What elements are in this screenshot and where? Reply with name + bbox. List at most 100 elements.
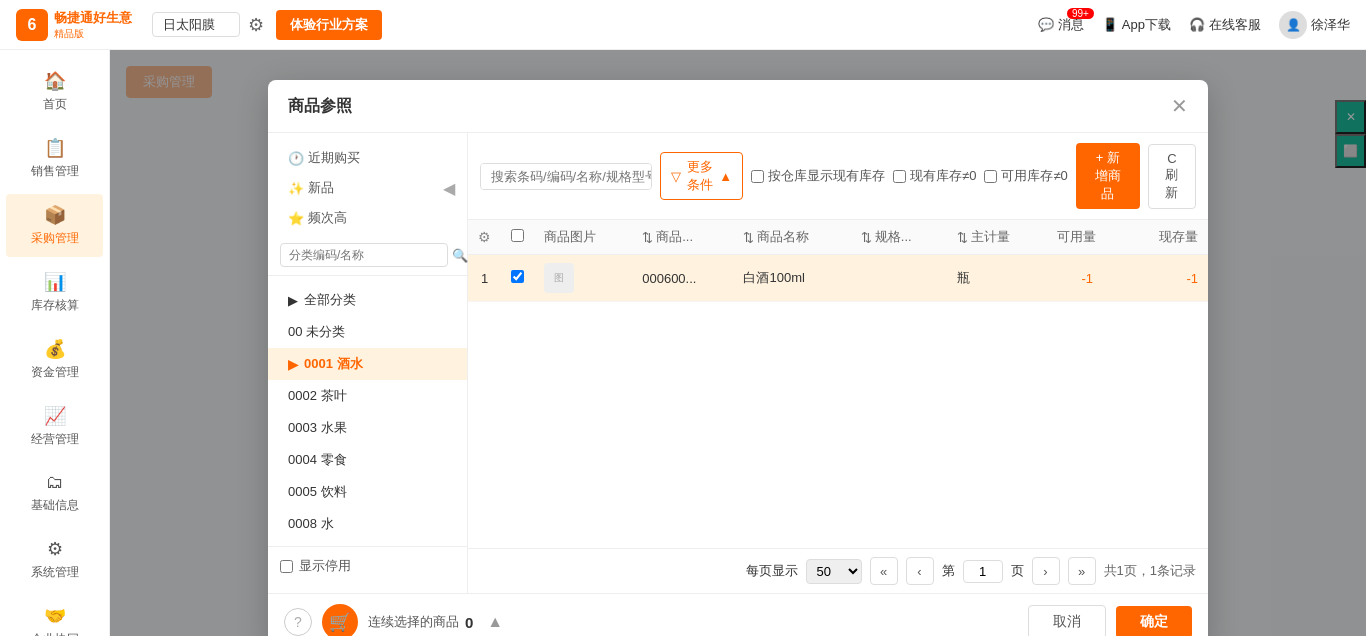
sort-img[interactable]: 商品图片 <box>544 228 622 246</box>
current-stock-label[interactable]: 现有库存≠0 <box>893 167 976 185</box>
modal-toolbar: 🔍 ▽ 更多条件 ▲ 按仓库显示现有库存 <box>468 133 1208 220</box>
prev-page-btn[interactable]: ‹ <box>906 557 934 585</box>
category-0003[interactable]: 0003 水果 <box>268 412 467 444</box>
current-stock-checkbox[interactable] <box>893 170 906 183</box>
recent-purchase-btn[interactable]: 🕐 近期购买 <box>280 145 435 171</box>
pagination-bar: 每页显示 50 10 20 100 « ‹ 第 页 <box>468 548 1208 593</box>
category-list: ▶ 全部分类 00 未分类 ▶ 0001 酒水 0002 茶 <box>268 276 467 546</box>
sidebar-item-basic-info[interactable]: 🗂 基础信息 <box>6 462 103 524</box>
header-search: 日太阳膜 ⚙ <box>152 12 264 37</box>
toolbar-right: + 新增商品 C 刷新 <box>1076 143 1196 209</box>
th-settings[interactable]: ⚙ <box>468 220 501 255</box>
app-download-btn[interactable]: 📱 App下载 <box>1102 16 1171 34</box>
filter-icon: ▽ <box>671 169 681 184</box>
select-all-checkbox[interactable] <box>511 229 524 242</box>
page-label: 第 <box>942 562 955 580</box>
sidebar-item-purchase[interactable]: 📦 采购管理 <box>6 194 103 257</box>
sidebar-item-enterprise[interactable]: 🤝 企业协同 <box>6 595 103 636</box>
td-checkbox[interactable] <box>501 255 534 302</box>
display-disabled-checkbox[interactable] <box>280 560 293 573</box>
modal-close-button[interactable]: ✕ <box>1171 94 1188 118</box>
trial-button[interactable]: 体验行业方案 <box>276 10 382 40</box>
logo-area: 6 畅捷通好生意 精品版 <box>16 9 132 41</box>
page-number-input[interactable] <box>963 560 1003 583</box>
next-page-btn[interactable]: › <box>1032 557 1060 585</box>
content-area: 采购管理 ✕ ⬜ 商品参照 ✕ <box>110 50 1366 636</box>
first-page-btn[interactable]: « <box>870 557 898 585</box>
category-0008[interactable]: 0008 水 <box>268 508 467 540</box>
left-panel-quick-btns: 🕐 近期购买 ✨ 新品 ⭐ 频次高 <box>268 141 467 239</box>
online-service-btn[interactable]: 🎧 在线客服 <box>1189 16 1261 34</box>
total-info: 共1页，1条记录 <box>1104 562 1196 580</box>
sidebar-item-operation[interactable]: 📈 经营管理 <box>6 395 103 458</box>
collapse-left-panel-btn[interactable]: ◀ <box>443 179 455 198</box>
td-product-code: 000600... <box>632 255 733 302</box>
sidebar-item-sales[interactable]: 📋 销售管理 <box>6 127 103 190</box>
sort-available[interactable]: 可用量 <box>1057 228 1117 246</box>
cart-icon: 🛒 <box>329 611 351 633</box>
sidebar-item-home[interactable]: 🏠 首页 <box>6 60 103 123</box>
avatar: 👤 <box>1279 11 1307 39</box>
category-00[interactable]: 00 未分类 <box>268 316 467 348</box>
help-icon[interactable]: ? <box>284 608 312 636</box>
sort-stock[interactable]: 现存量 <box>1137 228 1198 246</box>
operation-icon: 📈 <box>44 405 66 427</box>
display-disabled-label[interactable]: 显示停用 <box>299 557 351 575</box>
modal-body: 🕐 近期购买 ✨ 新品 ⭐ 频次高 <box>268 133 1208 593</box>
last-page-btn[interactable]: » <box>1068 557 1096 585</box>
message-btn[interactable]: 💬 消息 99+ <box>1038 16 1084 34</box>
table-row[interactable]: 1 图 000600... 白酒100ml 瓶 <box>468 255 1208 302</box>
product-table: ⚙ 商品图片 ⇅商品... ⇅商品名称 ⇅规格... ⇅主计量 可用量 现存量 <box>468 220 1208 302</box>
page-size-select[interactable]: 50 10 20 100 <box>806 559 862 584</box>
user-area[interactable]: 👤 徐泽华 <box>1279 11 1350 39</box>
active-tri-icon: ▶ <box>288 357 298 372</box>
high-freq-btn[interactable]: ⭐ 频次高 <box>280 205 435 231</box>
display-disabled-area: 显示停用 <box>268 546 467 585</box>
cart-button[interactable]: 🛒 <box>322 604 358 636</box>
sort-code[interactable]: ⇅商品... <box>642 228 723 246</box>
refresh-button[interactable]: C 刷新 <box>1148 144 1196 209</box>
sort-spec[interactable]: ⇅规格... <box>861 228 938 246</box>
available-stock-label[interactable]: 可用库存≠0 <box>984 167 1067 185</box>
row-checkbox[interactable] <box>511 270 524 283</box>
footer-collapse-btn[interactable]: ▲ <box>487 613 503 631</box>
cancel-button[interactable]: 取消 <box>1028 605 1106 636</box>
sidebar-item-finance[interactable]: 💰 资金管理 <box>6 328 103 391</box>
td-stock: -1 <box>1127 255 1208 302</box>
category-all[interactable]: ▶ 全部分类 <box>268 284 467 316</box>
cart-label: 连续选择的商品 0 <box>368 613 473 631</box>
filter-collapse-icon: ▲ <box>719 169 732 184</box>
more-filter-btn[interactable]: ▽ 更多条件 ▲ <box>660 152 743 200</box>
category-0002[interactable]: 0002 茶叶 <box>268 380 467 412</box>
logo-text: 畅捷通好生意 精品版 <box>54 9 132 41</box>
add-product-button[interactable]: + 新增商品 <box>1076 143 1140 209</box>
category-0005[interactable]: 0005 饮料 <box>268 476 467 508</box>
gear-icon[interactable]: ⚙ <box>478 229 491 245</box>
gear-icon[interactable]: ⚙ <box>248 14 264 36</box>
category-0004[interactable]: 0004 零食 <box>268 444 467 476</box>
new-product-btn[interactable]: ✨ 新品 <box>280 175 435 201</box>
sort-name[interactable]: ⇅商品名称 <box>743 228 840 246</box>
category-search-input[interactable] <box>280 243 448 267</box>
modal-overlay: 商品参照 ✕ 🕐 近期购买 <box>110 50 1366 636</box>
sort-unit[interactable]: ⇅主计量 <box>957 228 1037 246</box>
th-checkbox[interactable] <box>501 220 534 255</box>
category-0001[interactable]: ▶ 0001 酒水 <box>268 348 467 380</box>
inventory-icon: 📊 <box>44 271 66 293</box>
confirm-button[interactable]: 确定 <box>1116 606 1192 636</box>
available-stock-checkbox[interactable] <box>984 170 997 183</box>
category-search-icon[interactable]: 🔍 <box>452 248 468 263</box>
th-product-name: ⇅商品名称 <box>733 220 850 255</box>
nav-select[interactable]: 日太阳膜 <box>152 12 240 37</box>
sidebar-item-inventory[interactable]: 📊 库存核算 <box>6 261 103 324</box>
sidebar-item-system[interactable]: ⚙ 系统管理 <box>6 528 103 591</box>
product-search-box: 🔍 <box>480 163 652 190</box>
product-search-input[interactable] <box>481 164 652 189</box>
warehouse-stock-label[interactable]: 按仓库显示现有库存 <box>751 167 885 185</box>
th-spec: ⇅规格... <box>851 220 948 255</box>
footer-actions: 取消 确定 <box>1028 605 1192 636</box>
td-index: 1 <box>468 255 501 302</box>
td-available: -1 <box>1047 255 1127 302</box>
sales-icon: 📋 <box>44 137 66 159</box>
warehouse-stock-checkbox[interactable] <box>751 170 764 183</box>
